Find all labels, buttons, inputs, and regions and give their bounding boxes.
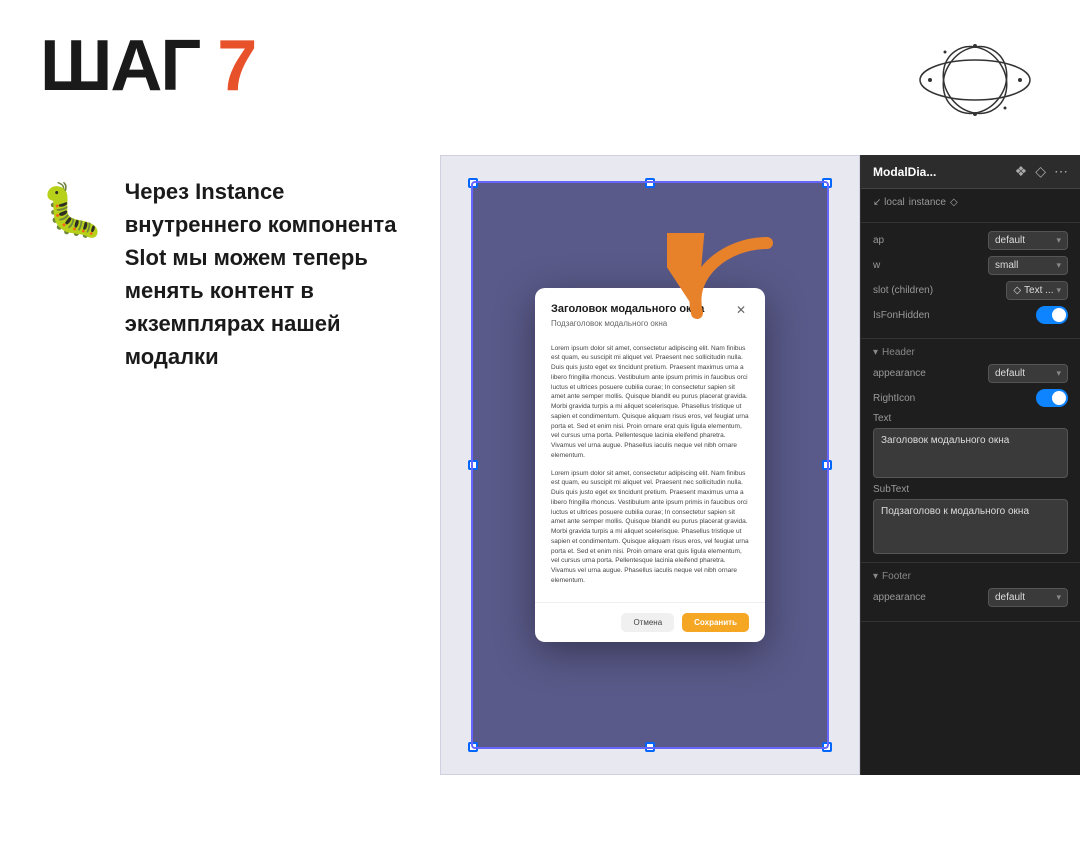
handle-tl[interactable] (468, 178, 478, 188)
slot-value[interactable]: ◇ Text ... ▾ (1006, 281, 1068, 300)
handle-tr[interactable] (822, 178, 832, 188)
text-prop-value[interactable]: Заголовок модального окна (873, 428, 1068, 478)
chevron-icon: ▾ (1056, 235, 1061, 246)
orbit-logo (910, 30, 1040, 125)
righticon-label: RightIcon (873, 393, 915, 404)
chevron-down-icon: ▾ (1056, 260, 1061, 271)
props-section: ap default ▾ w small ▾ slot (children) ◇ (861, 223, 1080, 339)
footer-appearance-dropdown[interactable]: default ▾ (988, 588, 1068, 607)
footer-section: Footer appearance default ▾ (861, 563, 1080, 622)
appearance-row: ap default ▾ (873, 231, 1068, 250)
header-chevron-icon: ▾ (1056, 368, 1061, 379)
modal-body-text-1: Lorem ipsum dolor sit amet, consectetur … (551, 344, 749, 461)
caterpillar-icon: 🐛 (40, 180, 105, 241)
appearance-dropdown[interactable]: default ▾ (988, 231, 1068, 250)
slot-label: slot (children) (873, 285, 933, 296)
right-panel: ModalDia... ❖ ◇ ⋯ ↙ local instance ◇ ap (860, 155, 1080, 775)
header: ШАГ 7 (0, 0, 1080, 145)
header-appearance-dropdown[interactable]: default ▾ (988, 364, 1068, 383)
component-icon[interactable]: ❖ (1015, 163, 1028, 180)
diamond-small-icon: ◇ (1013, 285, 1021, 296)
isfon-toggle[interactable] (1036, 306, 1068, 324)
description-text: Через Instance внутреннего компонента Sl… (125, 175, 410, 373)
modal-dialog: Заголовок модального окна Подзаголовок м… (535, 288, 765, 641)
righticon-row: RightIcon (873, 389, 1068, 407)
footer-chevron-icon: ▾ (1056, 592, 1061, 603)
component-header: ModalDia... ❖ ◇ ⋯ (861, 155, 1080, 189)
slot-row: slot (children) ◇ Text ... ▾ (873, 281, 1068, 300)
appearance-value: default (995, 235, 1025, 246)
header-appearance-row: appearance default ▾ (873, 364, 1068, 383)
footer-appearance-value: default (995, 592, 1025, 603)
header-appearance-label: appearance (873, 368, 926, 379)
left-panel: 🐛 Через Instance внутреннего компонента … (0, 155, 440, 775)
step-prefix: ШАГ (40, 26, 199, 106)
appearance-label: ap (873, 235, 884, 246)
handle-mr[interactable] (822, 460, 832, 470)
footer-appearance-row: appearance default ▾ (873, 588, 1068, 607)
cancel-button[interactable]: Отмена (621, 613, 674, 632)
detach-icon[interactable]: ◇ (1035, 163, 1046, 180)
figma-canvas: Заголовок модального окна Подзаголовок м… (440, 155, 860, 775)
handle-ml[interactable] (468, 460, 478, 470)
top-icons: ❖ ◇ ⋯ (1015, 163, 1068, 180)
modal-footer: Отмена Сохранить (535, 602, 765, 642)
instance-value: instance (909, 197, 946, 208)
diamond-icon: ◇ (950, 197, 958, 208)
save-button[interactable]: Сохранить (682, 613, 749, 632)
righticon-toggle[interactable] (1036, 389, 1068, 407)
width-label: w (873, 260, 880, 271)
orange-arrow (667, 233, 787, 338)
handle-tm[interactable] (645, 178, 655, 188)
instance-section: ↙ local instance ◇ (861, 189, 1080, 223)
component-name: ModalDia... (873, 165, 936, 179)
modal-body: Lorem ipsum dolor sit amet, consectetur … (535, 336, 765, 602)
slot-chevron-icon: ▾ (1056, 285, 1061, 296)
main-content: 🐛 Через Instance внутреннего компонента … (0, 145, 1080, 775)
handle-br[interactable] (822, 742, 832, 752)
width-row: w small ▾ (873, 256, 1068, 275)
subtext-prop-value[interactable]: Подзаголово к модального окна (873, 499, 1068, 554)
handle-bl[interactable] (468, 742, 478, 752)
step-number: 7 (217, 26, 255, 106)
header-section: Header appearance default ▾ RightIcon Te… (861, 339, 1080, 563)
isfon-row: IsFonHidden (873, 306, 1068, 324)
more-options-icon[interactable]: ⋯ (1054, 163, 1068, 180)
width-value: small (995, 260, 1018, 271)
subtext-prop-label: SubText (873, 484, 1068, 495)
handle-bm[interactable] (645, 742, 655, 752)
step-title: ШАГ 7 (40, 30, 255, 102)
width-dropdown[interactable]: small ▾ (988, 256, 1068, 275)
modal-preview: Заголовок модального окна Подзаголовок м… (471, 181, 829, 749)
footer-section-label[interactable]: Footer (873, 571, 1068, 582)
instance-label: ↙ local instance ◇ (873, 197, 1068, 208)
text-prop-label: Text (873, 413, 1068, 424)
local-instance-text: ↙ local (873, 197, 905, 208)
slot-text: Text ... (1024, 285, 1053, 296)
footer-appearance-label: appearance (873, 592, 926, 603)
header-appearance-value: default (995, 368, 1025, 379)
header-section-label[interactable]: Header (873, 347, 1068, 358)
modal-body-text-2: Lorem ipsum dolor sit amet, consectetur … (551, 469, 749, 586)
isfon-label: IsFonHidden (873, 310, 930, 321)
